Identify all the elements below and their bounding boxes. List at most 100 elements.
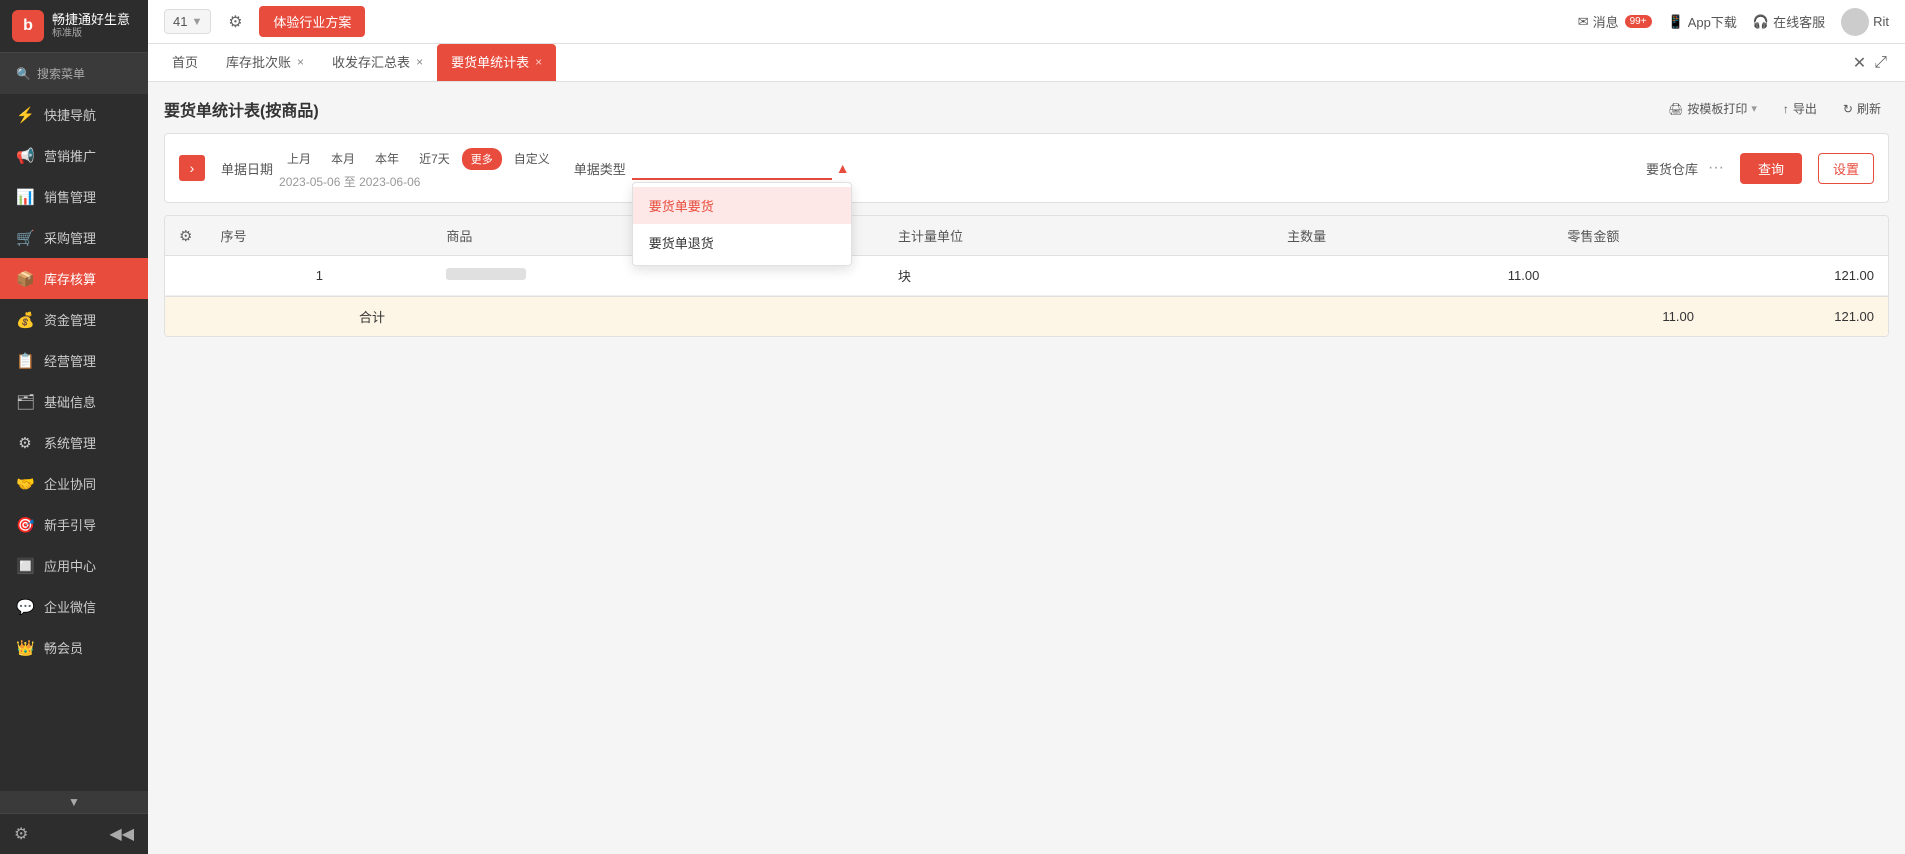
print-button[interactable]: 🖨 按模板打印 ▾ <box>1660 96 1765 121</box>
row-unit-cell: 块 <box>884 256 1273 296</box>
dropdown-item-demand-return[interactable]: 要货单退货 <box>633 224 851 261</box>
settings-button[interactable]: 设置 <box>1818 153 1874 184</box>
table-header: ⚙ 序号 商品 主计量单位 主数量 零售金额 <box>165 216 1888 256</box>
tab-collect-summary[interactable]: 收发存汇总表 × <box>318 44 437 81</box>
topbar: 41 ▼ ⚙ 体验行业方案 ✉ 消息 99+ 📱 App下载 🎧 在线客服 R <box>148 0 1905 44</box>
sidebar-item-basic-info[interactable]: 🗂 基础信息 <box>0 381 148 422</box>
date-btn-this-year[interactable]: 本年 <box>367 146 407 171</box>
sidebar-item-label: 企业协同 <box>44 474 96 493</box>
warehouse-more-icon[interactable]: ··· <box>1708 159 1724 177</box>
sidebar-item-guide[interactable]: 🎯 新手引导 <box>0 504 148 545</box>
refresh-label: 刷新 <box>1857 100 1881 117</box>
footer-total-label: 合计 <box>359 307 385 326</box>
sidebar-item-label: 基础信息 <box>44 392 96 411</box>
tab-inventory-batch-label: 库存批次账 <box>226 52 291 71</box>
sidebar-item-wechat-biz[interactable]: 💬 企业微信 <box>0 586 148 627</box>
export-button[interactable]: ↑ 导出 <box>1775 96 1825 121</box>
app-logo: b 畅捷通好生意 标准版 <box>0 0 148 53</box>
col-settings-icon[interactable]: ⚙ <box>179 228 192 245</box>
sidebar-item-purchase[interactable]: 🛒 采购管理 <box>0 217 148 258</box>
enterprise-icon: 🤝 <box>16 475 34 493</box>
tab-demand-stats[interactable]: 要货单统计表 × <box>437 44 556 81</box>
search-menu-button[interactable]: 🔍 搜索菜单 <box>10 61 138 86</box>
sidebar-item-sales[interactable]: 📊 销售管理 <box>0 176 148 217</box>
dropdown-item-demand-order[interactable]: 要货单要货 <box>633 187 851 224</box>
footer-qty-value: 11.00 <box>1614 309 1694 324</box>
type-input[interactable] <box>632 157 832 180</box>
headset-icon: 🎧 <box>1753 14 1769 30</box>
app-download-icon: 📱 <box>1668 14 1684 30</box>
warehouse-filter-group: 要货仓库 ··· <box>1646 159 1724 178</box>
sidebar-search-area[interactable]: 🔍 搜索菜单 <box>0 53 148 94</box>
print-icon: 🖨 <box>1668 102 1683 116</box>
marketing-icon: 📢 <box>16 147 34 165</box>
tab-home[interactable]: 首页 <box>158 44 212 81</box>
quick-nav-icon: ⚡ <box>16 106 34 124</box>
sidebar-item-quick-nav[interactable]: ⚡ 快捷导航 <box>0 94 148 135</box>
sidebar-scroll-down[interactable]: ▼ <box>0 791 148 813</box>
sidebar-item-marketing[interactable]: 📢 营销推广 <box>0 135 148 176</box>
data-table-wrap: ⚙ 序号 商品 主计量单位 主数量 零售金额 1 <box>164 215 1889 337</box>
sidebar-item-label: 库存核算 <box>44 269 96 288</box>
row-seq-cell: 1 <box>206 256 432 296</box>
sidebar-item-vip[interactable]: 👑 畅会员 <box>0 627 148 668</box>
sidebar-item-label: 系统管理 <box>44 433 96 452</box>
app-download-button[interactable]: 📱 App下载 <box>1668 12 1737 31</box>
sidebar-settings-icon[interactable]: ⚙ <box>14 824 28 844</box>
tabs-maximize-icon[interactable]: ⤢ <box>1872 52 1889 74</box>
sidebar-item-system[interactable]: ⚙ 系统管理 <box>0 422 148 463</box>
tab-demand-stats-label: 要货单统计表 <box>451 52 529 71</box>
print-dropdown-icon[interactable]: ▾ <box>1751 102 1757 115</box>
tab-inventory-batch[interactable]: 库存批次账 × <box>212 44 318 81</box>
tab-inventory-batch-close[interactable]: × <box>297 55 304 69</box>
app-name: 畅捷通好生意 <box>52 12 130 28</box>
tabs-close-all-icon[interactable]: ✕ <box>1851 51 1868 75</box>
row-qty-cell: 11.00 <box>1273 256 1553 296</box>
sidebar-item-operations[interactable]: 📋 经营管理 <box>0 340 148 381</box>
date-btn-this-month[interactable]: 本月 <box>323 146 363 171</box>
tab-collect-summary-label: 收发存汇总表 <box>332 52 410 71</box>
vip-icon: 👑 <box>16 639 34 657</box>
sidebar-item-enterprise[interactable]: 🤝 企业协同 <box>0 463 148 504</box>
trial-btn[interactable]: 体验行业方案 <box>259 6 365 37</box>
online-service-button[interactable]: 🎧 在线客服 <box>1753 12 1825 31</box>
refresh-button[interactable]: ↻ 刷新 <box>1835 96 1889 121</box>
date-btn-last-month[interactable]: 上月 <box>279 146 319 171</box>
sidebar-collapse-icon[interactable]: ◀◀ <box>109 824 134 844</box>
sidebar-item-finance[interactable]: 💰 资金管理 <box>0 299 148 340</box>
query-button[interactable]: 查询 <box>1740 153 1802 184</box>
tabs-controls: ✕ ⤢ <box>1845 44 1895 81</box>
filter-panel: › 单据日期 上月 本月 本年 近7天 更多 自定义 2023-05-06 <box>164 133 1889 203</box>
sidebar-item-inventory[interactable]: 📦 库存核算 <box>0 258 148 299</box>
product-placeholder <box>446 268 526 280</box>
type-dropdown-icon[interactable]: ▲ <box>836 160 850 176</box>
date-filter-group: 单据日期 上月 本月 本年 近7天 更多 自定义 2023-05-06 至 20… <box>221 146 558 190</box>
sidebar-item-label: 经营管理 <box>44 351 96 370</box>
table-footer: 合计 11.00 121.00 <box>165 296 1888 336</box>
filter-toggle-button[interactable]: › <box>179 155 205 181</box>
col-unit: 主计量单位 <box>884 216 1273 256</box>
date-btn-custom[interactable]: 自定义 <box>506 146 558 171</box>
type-filter-label: 单据类型 <box>574 159 626 178</box>
export-label: 导出 <box>1793 100 1817 117</box>
sidebar-item-label: 企业微信 <box>44 597 96 616</box>
tab-collect-summary-close[interactable]: × <box>416 55 423 69</box>
col-qty: 主数量 <box>1273 216 1553 256</box>
type-input-wrap: ▲ 要货单要货 要货单退货 <box>632 157 850 180</box>
logo-icon: b <box>12 10 44 42</box>
date-btn-more[interactable]: 更多 <box>462 148 502 170</box>
messages-button[interactable]: ✉ 消息 99+ <box>1578 12 1652 31</box>
date-btn-7days[interactable]: 近7天 <box>411 146 458 171</box>
store-selector[interactable]: 41 ▼ <box>164 9 211 34</box>
date-shortcuts: 上月 本月 本年 近7天 更多 自定义 <box>279 146 558 171</box>
date-range-display: 2023-05-06 至 2023-06-06 <box>279 173 558 190</box>
system-icon: ⚙ <box>16 434 34 452</box>
print-label: 按模板打印 <box>1687 100 1747 117</box>
sidebar-nav: ⚡ 快捷导航 📢 营销推广 📊 销售管理 🛒 采购管理 📦 库存核算 💰 资金管… <box>0 94 148 791</box>
tab-demand-stats-close[interactable]: × <box>535 55 542 69</box>
col-settings: ⚙ <box>165 216 206 256</box>
messages-label: 消息 <box>1593 12 1619 31</box>
topbar-gear-button[interactable]: ⚙ <box>221 8 249 36</box>
sidebar-item-app-center[interactable]: 🔲 应用中心 <box>0 545 148 586</box>
user-avatar-button[interactable]: Rit <box>1841 8 1889 36</box>
